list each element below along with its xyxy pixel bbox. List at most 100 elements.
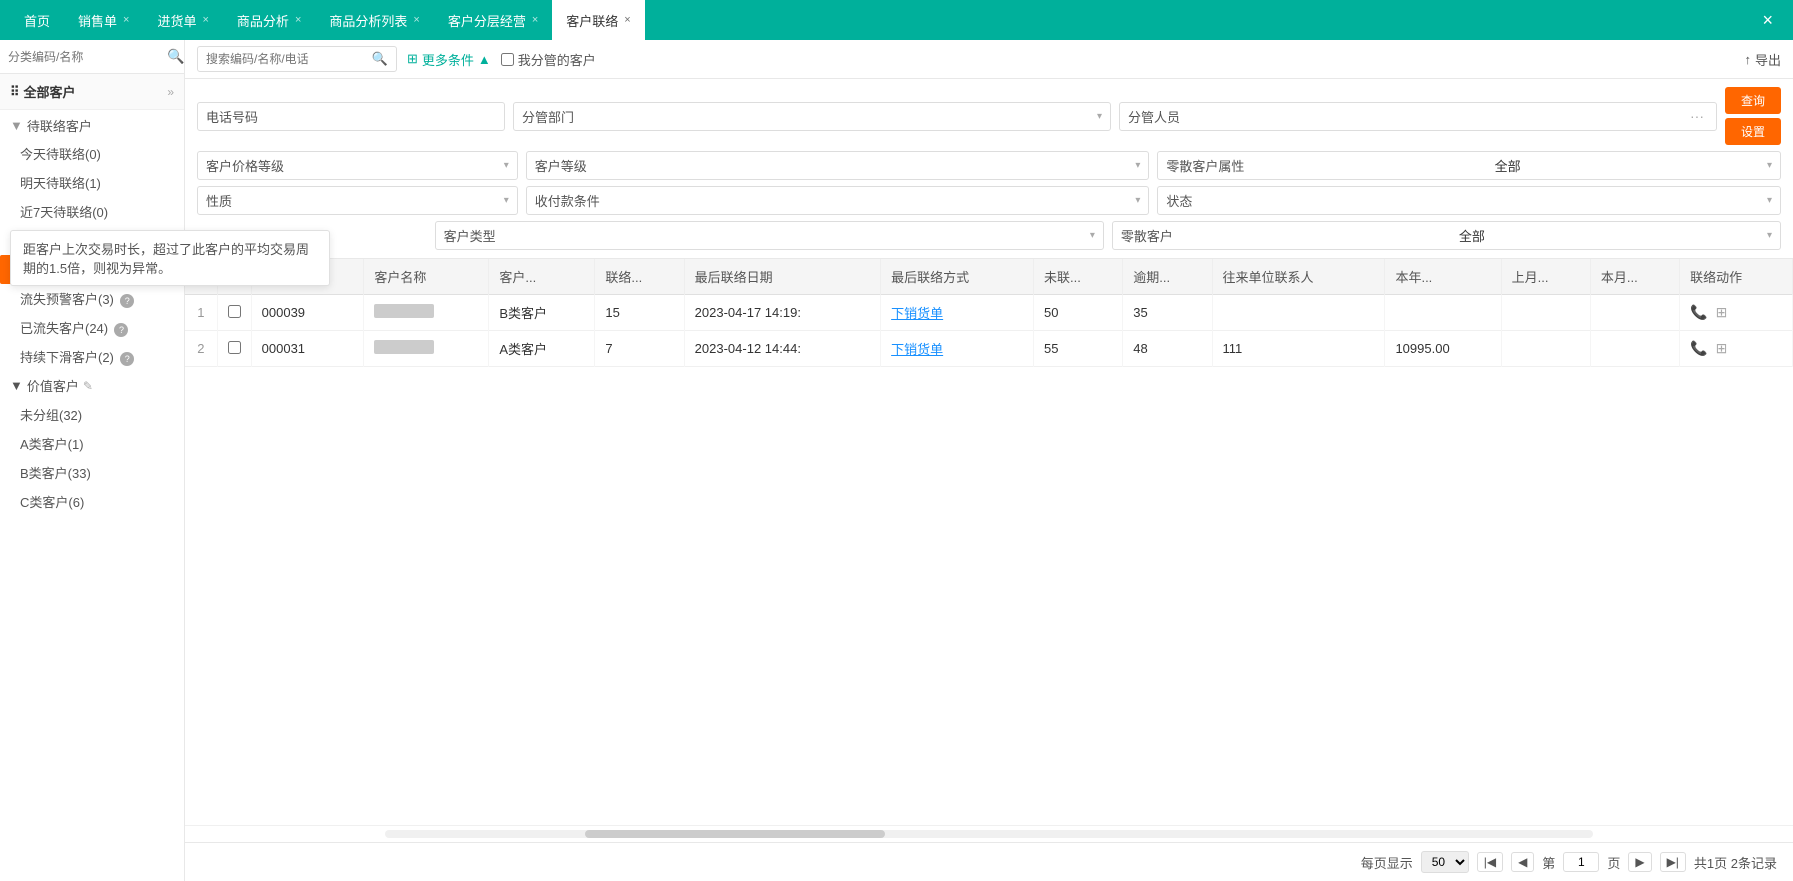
- th-uncontacted[interactable]: 未联...: [1033, 259, 1122, 295]
- declining-label: 持续下滑客户(2): [20, 350, 114, 365]
- close-all-button[interactable]: ×: [1752, 10, 1783, 31]
- settings-button[interactable]: 设置: [1725, 118, 1781, 145]
- hscroll-thumb[interactable]: [585, 830, 885, 838]
- chevron-icon-gender: ▾: [504, 195, 509, 206]
- filter-price-level[interactable]: 客户价格等级 ▾: [197, 151, 518, 180]
- query-button[interactable]: 查询: [1725, 87, 1781, 114]
- th-last-date[interactable]: 最后联络日期: [684, 259, 880, 295]
- sidebar-item-ungrouped[interactable]: 未分组(32): [0, 400, 184, 429]
- filter-dept[interactable]: 分管部门 ▾: [513, 102, 1111, 131]
- page-number-input[interactable]: [1563, 852, 1599, 872]
- page-size-select[interactable]: 50: [1421, 851, 1469, 873]
- info-icon-churned[interactable]: ?: [114, 323, 128, 337]
- filter-gender[interactable]: 性质 ▾: [197, 186, 518, 215]
- sidebar-all-customers-header: ⠿ 全部客户 »: [0, 74, 184, 110]
- sidebar-item-class-c[interactable]: C类客户(6): [0, 487, 184, 516]
- retail-attr-value: 全部: [1495, 156, 1521, 175]
- filter-person[interactable]: 分管人员 ···: [1119, 102, 1717, 131]
- row-action-2: 📞 ⊞: [1680, 331, 1793, 367]
- chevron-up-icon: ▲: [478, 52, 491, 67]
- th-customer-type[interactable]: 客户...: [489, 259, 595, 295]
- sidebar-item-churned[interactable]: 已流失客户(24) ?: [0, 313, 184, 342]
- nav-item-sales[interactable]: 销售单 ×: [64, 0, 143, 40]
- th-this-year[interactable]: 本年...: [1385, 259, 1501, 295]
- sidebar-all-customers-title: ⠿ 全部客户: [10, 82, 76, 101]
- nav-item-home[interactable]: 首页: [10, 0, 64, 40]
- row-this-year-2: 10995.00: [1385, 331, 1501, 367]
- sidebar-item-tomorrow-pending[interactable]: 明天待联络(1): [0, 168, 184, 197]
- th-last-month[interactable]: 上月...: [1501, 259, 1590, 295]
- payment-label: 收付款条件: [535, 191, 600, 210]
- th-contact-count[interactable]: 联络...: [595, 259, 684, 295]
- sidebar-item-class-b[interactable]: B类客户(33): [0, 458, 184, 487]
- row-last-month-2: [1501, 331, 1590, 367]
- more-icon-1[interactable]: ⊞: [1716, 304, 1728, 321]
- filter-customer-level[interactable]: 客户等级 ▾: [526, 151, 1150, 180]
- th-overdue[interactable]: 逾期...: [1123, 259, 1212, 295]
- contact-icon-1[interactable]: 📞: [1690, 304, 1707, 321]
- sidebar-item-today-pending[interactable]: 今天待联络(0): [0, 139, 184, 168]
- row-num-1: 1: [185, 295, 217, 331]
- retail-customer-label: 零散客户: [1121, 226, 1173, 245]
- filter-phone[interactable]: 电话号码: [197, 102, 505, 131]
- th-name[interactable]: 客户名称: [364, 259, 489, 295]
- nav-item-customer-tier[interactable]: 客户分层经营 ×: [434, 0, 552, 40]
- first-page-button[interactable]: |◀: [1477, 852, 1503, 872]
- edit-icon-value[interactable]: ✎: [83, 379, 93, 393]
- nav-close-sales[interactable]: ×: [123, 14, 129, 26]
- th-this-month[interactable]: 本月...: [1590, 259, 1679, 295]
- nav-item-analysis[interactable]: 商品分析 ×: [223, 0, 315, 40]
- sidebar-item-churn-warning[interactable]: 流失预警客户(3) ?: [0, 284, 184, 313]
- row-contact-person-2: 111: [1212, 331, 1385, 367]
- row-code-1: 000039: [251, 295, 364, 331]
- nav-close-customer-contact[interactable]: ×: [624, 14, 630, 26]
- filter-retail-attr[interactable]: 零散客户属性 全部 ▾: [1157, 151, 1781, 180]
- th-last-method[interactable]: 最后联络方式: [881, 259, 1034, 295]
- sidebar-item-7days-pending[interactable]: 近7天待联络(0): [0, 197, 184, 226]
- export-button[interactable]: ↑ 导出: [1744, 50, 1781, 69]
- filter-more-conditions[interactable]: ⊞ 更多条件 ▲: [407, 50, 491, 69]
- chevron-icon-price: ▾: [504, 160, 509, 171]
- filter-status[interactable]: 状态 ▾: [1157, 186, 1781, 215]
- next-page-button[interactable]: ▶: [1628, 852, 1651, 872]
- row-customer-type-2: A类客户: [489, 331, 595, 367]
- more-icon-2[interactable]: ⊞: [1716, 340, 1728, 357]
- sidebar-search-icon: 🔍: [167, 48, 184, 65]
- sidebar-search-input[interactable]: [8, 50, 163, 64]
- horizontal-scrollbar[interactable]: [185, 825, 1793, 842]
- sidebar-item-declining[interactable]: 持续下滑客户(2) ?: [0, 342, 184, 371]
- nav-item-analysis-list[interactable]: 商品分析列表 ×: [315, 0, 433, 40]
- sidebar-collapse-button[interactable]: »: [167, 85, 174, 99]
- prev-page-button[interactable]: ◀: [1511, 852, 1534, 872]
- row-customer-type-1: B类客户: [489, 295, 595, 331]
- nav-close-analysis[interactable]: ×: [295, 14, 301, 26]
- dots-icon: ···: [1686, 108, 1708, 124]
- top-navigation: 首页 销售单 × 进货单 × 商品分析 × 商品分析列表 × 客户分层经营 × …: [0, 0, 1793, 40]
- row-checkbox-1[interactable]: [217, 295, 251, 331]
- row-action-icons-2: 📞 ⊞: [1690, 340, 1782, 357]
- th-contact-person[interactable]: 往来单位联系人: [1212, 259, 1385, 295]
- filter-payment[interactable]: 收付款条件 ▾: [526, 186, 1150, 215]
- table-row: 1 000039 B类客户 15 2023-04-17 14:19: 下销货单 …: [185, 295, 1793, 331]
- contact-icon-2[interactable]: 📞: [1690, 340, 1707, 357]
- page-label: 第: [1542, 853, 1555, 872]
- nav-close-purchase[interactable]: ×: [202, 14, 208, 26]
- my-customers-checkbox-area: 我分管的客户: [501, 50, 596, 69]
- sidebar-item-class-a[interactable]: A类客户(1): [0, 429, 184, 458]
- nav-close-analysis-list[interactable]: ×: [413, 14, 419, 26]
- info-icon-churn-warning[interactable]: ?: [120, 294, 134, 308]
- chevron-icon-retail-cust: ▾: [1767, 230, 1772, 241]
- filter-search-input[interactable]: [206, 52, 366, 66]
- info-icon-declining[interactable]: ?: [120, 352, 134, 366]
- my-customers-checkbox[interactable]: [501, 53, 514, 66]
- filter-customer-type[interactable]: 客户类型 ▾: [435, 221, 1104, 250]
- row-checkbox-2[interactable]: [217, 331, 251, 367]
- chevron-icon-retail: ▾: [1767, 160, 1772, 171]
- last-page-button[interactable]: ▶|: [1660, 852, 1686, 872]
- filter-retail-customer[interactable]: 零散客户 全部 ▾: [1112, 221, 1781, 250]
- nav-item-purchase[interactable]: 进货单 ×: [143, 0, 222, 40]
- nav-item-customer-contact[interactable]: 客户联络 ×: [552, 0, 644, 40]
- nav-close-customer-tier[interactable]: ×: [532, 14, 538, 26]
- per-page-label: 每页显示: [1361, 853, 1413, 872]
- retail-attr-label: 零散客户属性: [1166, 156, 1244, 175]
